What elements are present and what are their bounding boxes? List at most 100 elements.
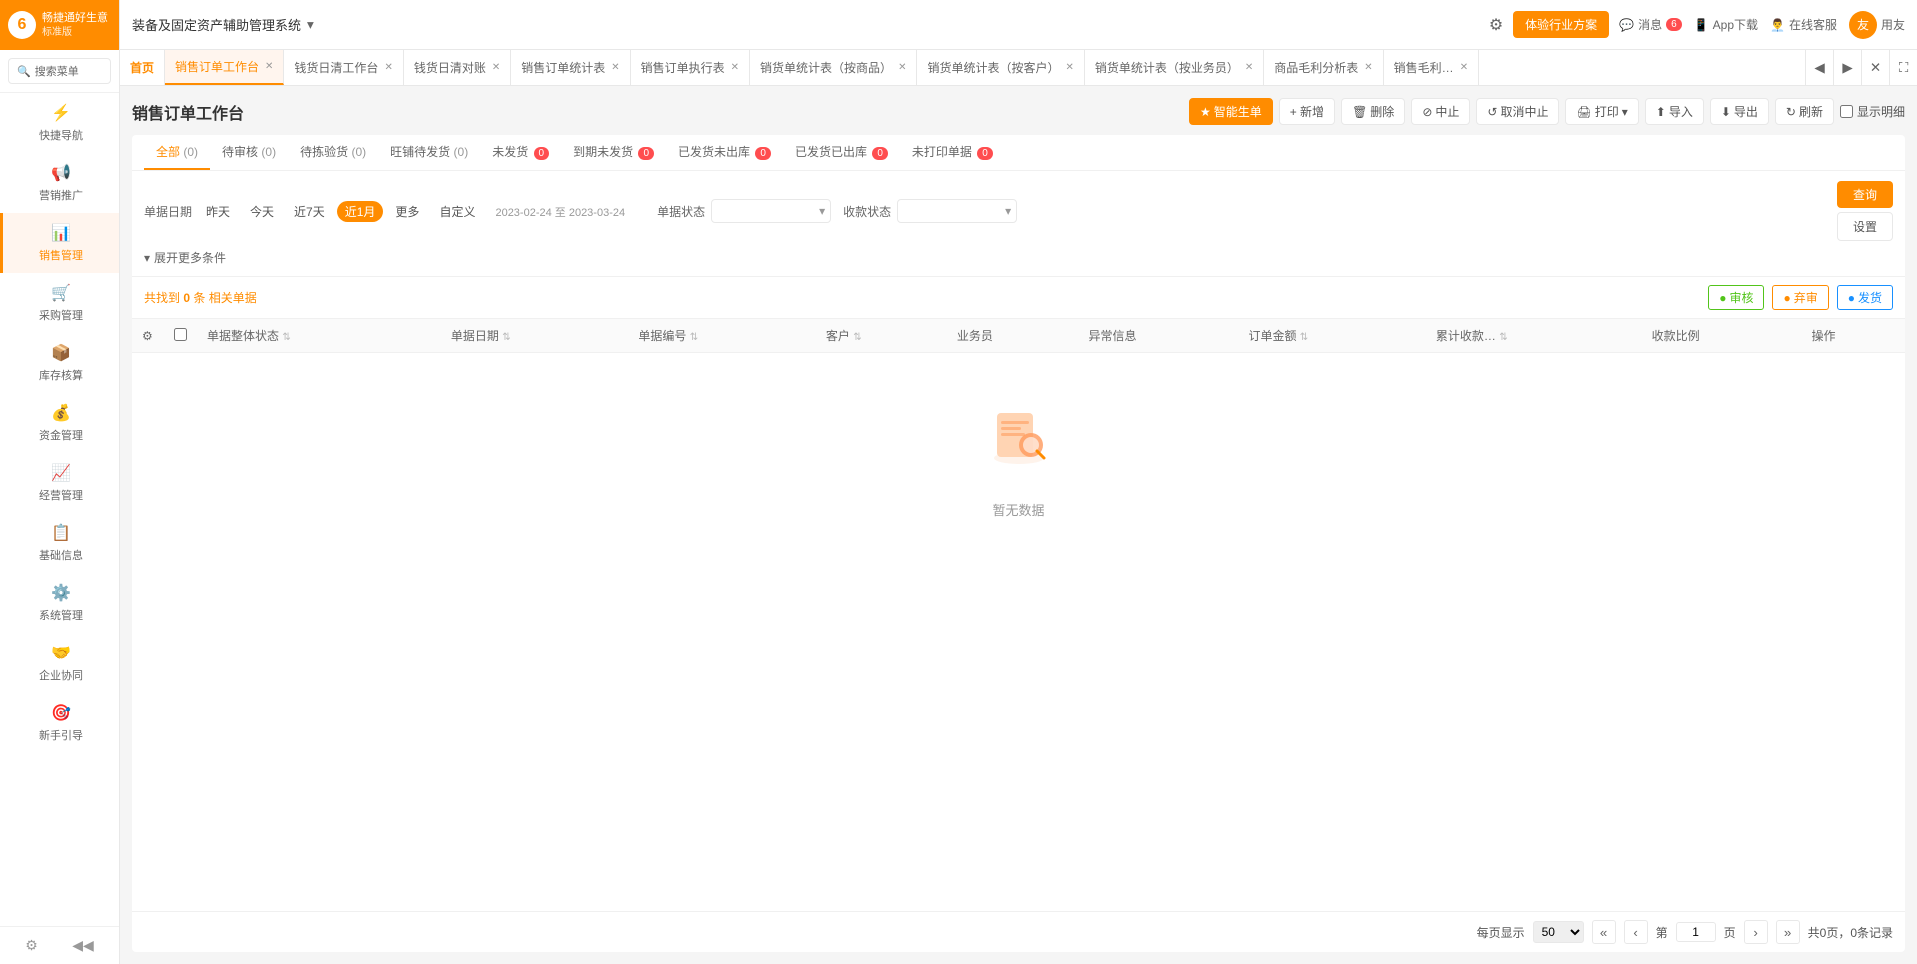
sidebar-item-business[interactable]: 📈 经营管理 [0,453,119,513]
page-size-select[interactable]: 50 20 100 [1533,921,1584,943]
audit-button[interactable]: ● 审核 [1708,285,1764,310]
sidebar-item-inventory[interactable]: 📦 库存核算 [0,333,119,393]
subtab-shipped-not-out[interactable]: 已发货未出库 0 [666,135,783,170]
tab-close-sales-margin[interactable]: ✕ [1460,62,1468,73]
search-menu-button[interactable]: 🔍 搜索菜单 [8,58,111,84]
date-opt-1month[interactable]: 近1月 [337,201,384,222]
print-button[interactable]: 🖨 打印 ▾ [1565,98,1638,125]
sort-receipt-icon[interactable]: ⇅ [1499,332,1507,343]
sidebar-item-basic-info[interactable]: 📋 基础信息 [0,513,119,573]
subtab-wangpu-pending[interactable]: 旺铺待发货 (0) [378,135,480,170]
payment-select[interactable] [897,199,1017,223]
date-opt-7days[interactable]: 近7天 [286,201,333,222]
tab-close-by-salesperson[interactable]: ✕ [1245,62,1253,73]
refresh-button[interactable]: ↻ 刷新 [1775,98,1834,125]
online-service-action[interactable]: 👨‍💼 在线客服 [1770,16,1837,33]
add-button[interactable]: + 新增 [1279,98,1335,125]
tab-home[interactable]: 首页 [120,50,165,85]
sidebar-item-finance[interactable]: 💰 资金管理 [0,393,119,453]
settings-button[interactable]: ⚙ [25,937,38,954]
tab-cash-daily-workbench[interactable]: 钱货日清工作台 ✕ [284,50,403,85]
sidebar-item-quick-nav[interactable]: ⚡ 快捷导航 [0,93,119,153]
service-icon: 👨‍💼 [1770,18,1785,32]
cancel-audit-button[interactable]: ● 弃审 [1772,285,1828,310]
tab-sales-by-salesperson[interactable]: 销货单统计表（按业务员） ✕ [1085,50,1264,85]
sort-number-icon[interactable]: ⇅ [690,332,698,343]
sidebar-item-marketing[interactable]: 📢 营销推广 [0,153,119,213]
date-opt-more[interactable]: 更多 [387,201,427,222]
show-detail-checkbox[interactable] [1840,105,1853,118]
export-button[interactable]: ⬇ 导出 [1710,98,1769,125]
sort-date-icon[interactable]: ⇅ [502,332,510,343]
sort-amount-icon[interactable]: ⇅ [1300,332,1308,343]
last-page-button[interactable]: » [1776,920,1800,944]
sidebar-item-system[interactable]: ⚙️ 系统管理 [0,573,119,633]
next-page-button[interactable]: › [1744,920,1768,944]
sidebar-item-enterprise[interactable]: 🤝 企业协同 [0,633,119,693]
user-action[interactable]: 友 用友 [1849,11,1905,39]
tabbar: 首页 销售订单工作台 ✕ 钱货日清工作台 ✕ 钱货日清对账 ✕ 销售订单统计表 … [120,50,1917,86]
table-scroll[interactable]: ⚙ 单据整体状态 ⇅ 单据日期 ⇅ [132,319,1905,911]
tab-close-by-product[interactable]: ✕ [898,62,906,73]
app-download-action[interactable]: 📱 App下载 [1694,16,1758,33]
show-detail-label[interactable]: 显示明细 [1840,103,1905,120]
collapse-button[interactable]: ◀◀ [72,937,94,954]
subtab-shipped-out[interactable]: 已发货已出库 0 [783,135,900,170]
sidebar-item-sales[interactable]: 📊 销售管理 [0,213,119,273]
filter-expand-button[interactable]: ▾ 展开更多条件 [144,249,1893,266]
tab-sales-order-exec[interactable]: 销售订单执行表 ✕ [631,50,750,85]
subtab-all[interactable]: 全部 (0) [144,135,210,170]
import-button[interactable]: ⬆ 导入 [1645,98,1704,125]
tab-close-sales-stats[interactable]: ✕ [611,62,619,73]
date-opt-custom[interactable]: 自定义 [431,201,483,222]
ship-button[interactable]: ● 发货 [1837,285,1893,310]
tab-close-sales-exec[interactable]: ✕ [731,62,739,73]
tab-close-gross-margin[interactable]: ✕ [1364,62,1372,73]
tab-close-sales-order[interactable]: ✕ [265,61,273,72]
cancel-stop-button[interactable]: ↺ 取消中止 [1476,98,1559,125]
page-label-2: 页 [1724,924,1736,941]
tab-fullscreen-button[interactable]: ⛶ [1889,50,1917,86]
tab-prev-button[interactable]: ◀ [1805,50,1833,86]
page-number-input[interactable] [1676,922,1716,942]
first-page-button[interactable]: « [1592,920,1616,944]
tab-sales-by-product[interactable]: 销货单统计表（按商品） ✕ [750,50,917,85]
tab-next-button[interactable]: ▶ [1833,50,1861,86]
date-opt-today[interactable]: 今天 [242,201,282,222]
tab-gross-margin[interactable]: 商品毛利分析表 ✕ [1264,50,1383,85]
message-action[interactable]: 💬 消息 6 [1619,16,1682,33]
delete-button[interactable]: 🗑 删除 [1341,98,1405,125]
tab-sales-order-workbench[interactable]: 销售订单工作台 ✕ [165,50,284,85]
stop-button[interactable]: ⊘ 中止 [1411,98,1470,125]
status-select[interactable] [711,199,831,223]
tab-sales-order-stats[interactable]: 销售订单统计表 ✕ [511,50,630,85]
industry-btn[interactable]: 体验行业方案 [1513,11,1609,38]
subtab-not-shipped[interactable]: 未发货 0 [480,135,561,170]
query-button[interactable]: 查询 [1837,181,1893,208]
sidebar-item-purchase[interactable]: 🛒 采购管理 [0,273,119,333]
tab-sales-margin[interactable]: 销售毛利… ✕ [1384,50,1479,85]
tab-close-cash-reconcile[interactable]: ✕ [492,62,500,73]
tab-cash-reconcile[interactable]: 钱货日清对账 ✕ [404,50,511,85]
system-dropdown-button[interactable]: ▾ [307,17,314,33]
subtab-pending-inspect[interactable]: 待拣验货 (0) [288,135,378,170]
tab-close-cash-daily[interactable]: ✕ [384,62,392,73]
subtab-not-printed[interactable]: 未打印单据 0 [900,135,1005,170]
col-checkbox[interactable] [164,319,197,353]
sort-status-icon[interactable]: ⇅ [282,332,290,343]
refresh-icon: ↻ [1786,105,1796,119]
set-button[interactable]: 设置 [1837,212,1893,241]
tab-sales-by-customer[interactable]: 销货单统计表（按客户） ✕ [917,50,1084,85]
sort-customer-icon[interactable]: ⇅ [853,332,861,343]
subtab-pending-review[interactable]: 待审核 (0) [210,135,288,170]
tab-close-by-customer[interactable]: ✕ [1065,62,1073,73]
subtab-overdue-not-shipped[interactable]: 到期未发货 0 [561,135,666,170]
select-all-checkbox[interactable] [174,328,187,341]
smart-create-button[interactable]: ★ 智能生单 [1189,98,1273,125]
topbar-gear-button[interactable]: ⚙ [1489,15,1503,35]
prev-page-button[interactable]: ‹ [1624,920,1648,944]
col-settings[interactable]: ⚙ [132,319,164,353]
date-opt-yesterday[interactable]: 昨天 [198,201,238,222]
sidebar-item-beginner[interactable]: 🎯 新手引导 [0,693,119,753]
tab-close-all-button[interactable]: ✕ [1861,50,1889,86]
